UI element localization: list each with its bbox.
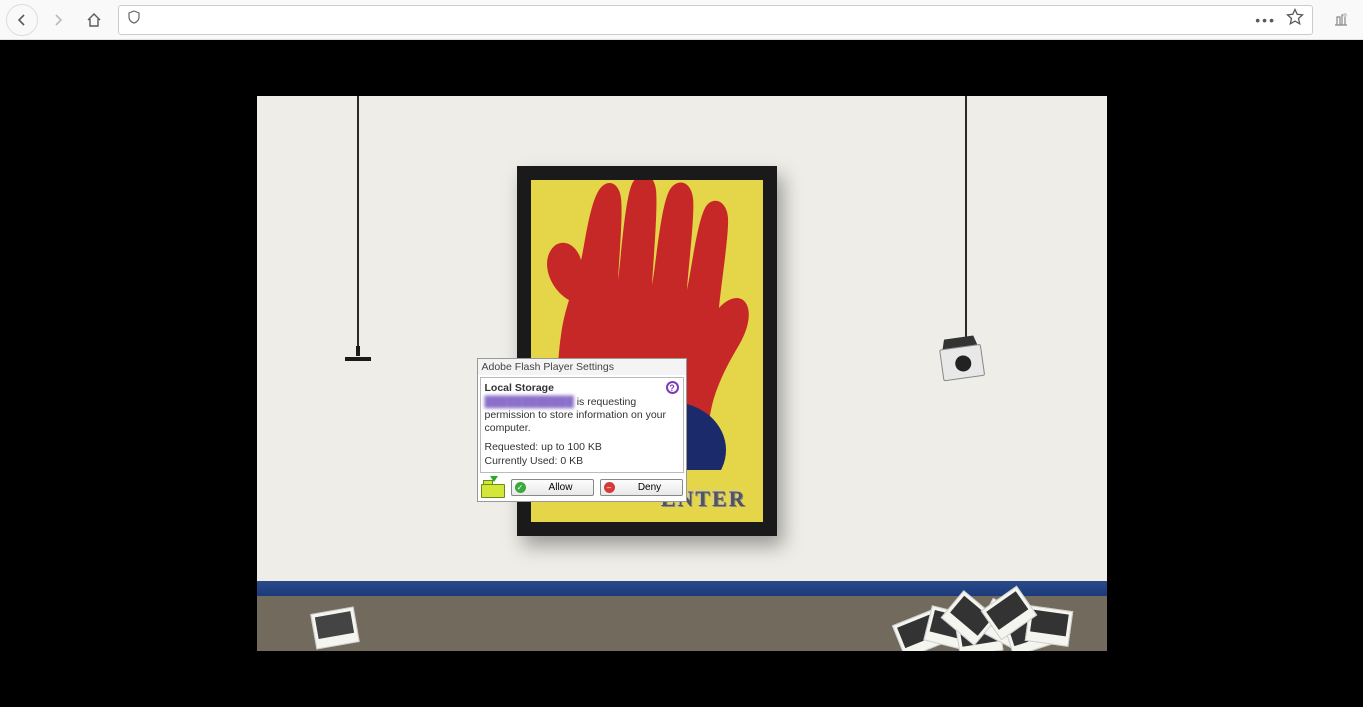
url-input[interactable] [141, 12, 1255, 27]
requesting-domain: ████████████ [485, 396, 574, 408]
check-icon: ✓ [515, 482, 526, 493]
home-button[interactable] [78, 4, 110, 36]
allow-button[interactable]: ✓ Allow [511, 479, 594, 496]
hanging-wire-left [357, 96, 359, 346]
arrow-left-icon [14, 12, 30, 28]
hanging-wire-right [965, 96, 967, 351]
arrow-right-icon [50, 12, 66, 28]
minus-icon: – [604, 482, 615, 493]
storage-folder-icon[interactable] [481, 478, 505, 498]
bookmark-star-icon[interactable] [1286, 8, 1304, 31]
shield-icon[interactable] [127, 10, 141, 29]
flash-settings-dialog: Adobe Flash Player Settings ? Local Stor… [477, 358, 687, 502]
back-button[interactable] [6, 4, 38, 36]
flash-used-line: Currently Used: 0 KB [485, 455, 679, 468]
page-content: ENTER Adobe Flash Player Settings ? Loca… [0, 40, 1363, 707]
wall-baseboard [257, 581, 1107, 596]
sidebar-toggle[interactable] [1325, 12, 1357, 28]
home-icon [86, 12, 102, 28]
url-bar[interactable]: ••• [118, 5, 1313, 35]
browser-toolbar: ••• [0, 0, 1363, 40]
flash-stage: ENTER Adobe Flash Player Settings ? Loca… [257, 96, 1107, 651]
forward-button[interactable] [42, 4, 74, 36]
hanging-camera[interactable] [939, 343, 995, 395]
polaroid-pile[interactable] [887, 601, 1077, 651]
floor-polaroid [310, 606, 360, 649]
flash-request-text: ████████████ is requesting permission to… [485, 396, 679, 435]
help-icon[interactable]: ? [666, 381, 679, 394]
flash-dialog-title: Adobe Flash Player Settings [478, 359, 686, 375]
deny-button[interactable]: – Deny [600, 479, 683, 496]
flash-requested-line: Requested: up to 100 KB [485, 441, 679, 454]
page-actions-more-icon[interactable]: ••• [1255, 12, 1276, 28]
library-icon [1333, 12, 1349, 28]
flash-section-heading: Local Storage [485, 382, 679, 394]
